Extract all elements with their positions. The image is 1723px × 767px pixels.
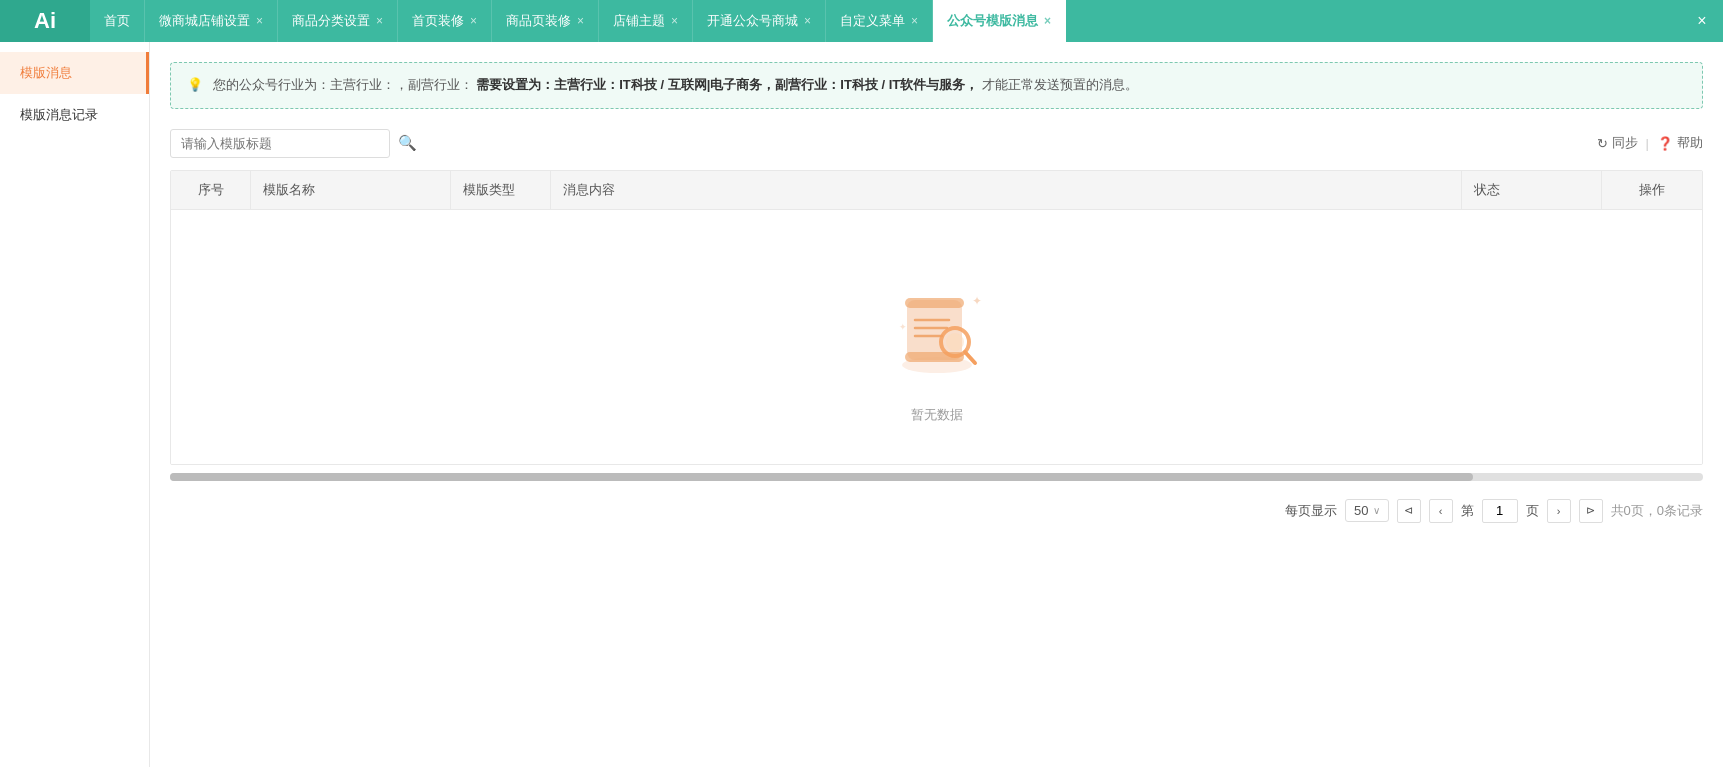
next-page-button[interactable]: › — [1547, 499, 1571, 523]
divider: | — [1646, 136, 1649, 151]
nav-tab-close-8[interactable]: × — [1044, 14, 1051, 28]
svg-text:✦: ✦ — [972, 294, 982, 308]
svg-text:✦: ✦ — [899, 322, 907, 332]
scrollbar-thumb[interactable] — [170, 473, 1473, 481]
nav-tab-close-1[interactable]: × — [256, 14, 263, 28]
empty-text: 暂无数据 — [911, 406, 963, 424]
nav-tab-0[interactable]: 首页 — [90, 0, 145, 42]
global-close-button[interactable]: × — [1681, 0, 1723, 42]
col-header-seq: 序号 — [171, 171, 251, 209]
svg-rect-2 — [905, 298, 964, 308]
empty-state: ✦ ✦ 暂无数据 — [171, 210, 1702, 464]
empty-illustration: ✦ ✦ — [877, 270, 997, 390]
nav-tab-6[interactable]: 开通公众号商城× — [693, 0, 826, 42]
help-label: 帮助 — [1677, 134, 1703, 152]
table-header: 序号 模版名称 模版类型 消息内容 状态 操作 — [171, 171, 1702, 210]
nav-tab-close-3[interactable]: × — [470, 14, 477, 28]
per-page-label: 每页显示 — [1285, 502, 1337, 520]
search-left: 🔍 — [170, 129, 417, 158]
sidebar: 模版消息模版消息记录 — [0, 42, 150, 767]
main-layout: 模版消息模版消息记录 💡 您的公众号行业为：主营行业：，副营行业： 需要设置为：… — [0, 42, 1723, 767]
notice-text-suffix: 才能正常发送预置的消息。 — [982, 77, 1138, 92]
nav-tab-7[interactable]: 自定义菜单× — [826, 0, 933, 42]
search-button[interactable]: 🔍 — [398, 134, 417, 152]
per-page-select[interactable]: 50 ∨ — [1345, 499, 1388, 522]
nav-tab-close-6[interactable]: × — [804, 14, 811, 28]
page-label-suffix: 页 — [1526, 502, 1539, 520]
last-page-button[interactable]: ⊳ — [1579, 499, 1603, 523]
sync-label: 同步 — [1612, 134, 1638, 152]
notice-icon: 💡 — [187, 77, 203, 92]
notice-box: 💡 您的公众号行业为：主营行业：，副营行业： 需要设置为：主营行业：IT科技 /… — [170, 62, 1703, 109]
nav-tab-close-2[interactable]: × — [376, 14, 383, 28]
nav-tab-3[interactable]: 首页装修× — [398, 0, 492, 42]
sync-icon: ↻ — [1597, 136, 1608, 151]
nav-tab-4[interactable]: 商品页装修× — [492, 0, 599, 42]
nav-tabs: 首页微商城店铺设置×商品分类设置×首页装修×商品页装修×店铺主题×开通公众号商城… — [90, 0, 1681, 42]
page-number-input[interactable] — [1482, 499, 1518, 523]
search-right: ↻ 同步 | ❓ 帮助 — [1597, 134, 1703, 152]
nav-tab-1[interactable]: 微商城店铺设置× — [145, 0, 278, 42]
nav-tab-8[interactable]: 公众号模版消息× — [933, 0, 1066, 42]
sidebar-item-0[interactable]: 模版消息 — [0, 52, 149, 94]
top-nav: Ai 首页微商城店铺设置×商品分类设置×首页装修×商品页装修×店铺主题×开通公众… — [0, 0, 1723, 42]
nav-tab-close-5[interactable]: × — [671, 14, 678, 28]
help-circle-icon: ❓ — [1657, 136, 1673, 151]
nav-tab-2[interactable]: 商品分类设置× — [278, 0, 398, 42]
page-label-prefix: 第 — [1461, 502, 1474, 520]
first-page-button[interactable]: ⊲ — [1397, 499, 1421, 523]
svg-point-8 — [946, 333, 964, 351]
nav-tab-close-7[interactable]: × — [911, 14, 918, 28]
notice-highlight: 需要设置为：主营行业：IT科技 / 互联网|电子商务，副营行业：IT科技 / I… — [476, 77, 978, 92]
notice-text-prefix: 您的公众号行业为：主营行业：，副营行业： — [213, 77, 473, 92]
table-wrap: 序号 模版名称 模版类型 消息内容 状态 操作 — [170, 170, 1703, 465]
pagination: 每页显示 50 ∨ ⊲ ‹ 第 页 › ⊳ 共0页，0条记录 — [170, 489, 1703, 527]
col-header-content: 消息内容 — [551, 171, 1462, 209]
search-input[interactable] — [170, 129, 390, 158]
chevron-down-icon: ∨ — [1373, 505, 1380, 516]
search-bar: 🔍 ↻ 同步 | ❓ 帮助 — [170, 129, 1703, 158]
logo: Ai — [0, 0, 90, 42]
col-header-status: 状态 — [1462, 171, 1602, 209]
total-info: 共0页，0条记录 — [1611, 502, 1703, 520]
nav-tab-5[interactable]: 店铺主题× — [599, 0, 693, 42]
col-header-name: 模版名称 — [251, 171, 451, 209]
sync-button[interactable]: ↻ 同步 — [1597, 134, 1638, 152]
prev-page-button[interactable]: ‹ — [1429, 499, 1453, 523]
help-button[interactable]: ❓ 帮助 — [1657, 134, 1703, 152]
per-page-value: 50 — [1354, 503, 1368, 518]
sidebar-item-1[interactable]: 模版消息记录 — [0, 94, 149, 136]
nav-tab-close-4[interactable]: × — [577, 14, 584, 28]
col-header-type: 模版类型 — [451, 171, 551, 209]
content-area: 💡 您的公众号行业为：主营行业：，副营行业： 需要设置为：主营行业：IT科技 /… — [150, 42, 1723, 767]
scrollbar-track[interactable] — [170, 473, 1703, 481]
col-header-action: 操作 — [1602, 171, 1702, 209]
